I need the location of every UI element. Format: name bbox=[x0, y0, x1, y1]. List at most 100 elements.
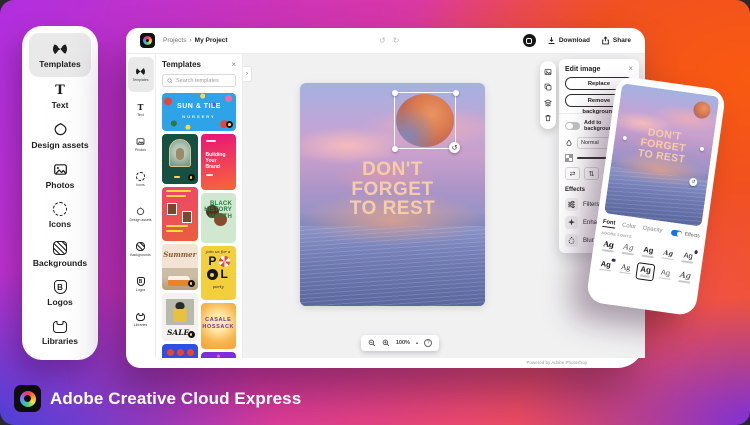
undo-icon[interactable]: ↺ bbox=[379, 36, 386, 45]
close-icon[interactable]: × bbox=[628, 65, 633, 73]
search-input[interactable] bbox=[176, 78, 231, 84]
edit-panel-title: Edit image bbox=[565, 66, 600, 73]
font-tile[interactable]: Ag bbox=[675, 267, 695, 286]
tab-color[interactable]: Color bbox=[622, 223, 637, 231]
close-icon[interactable]: × bbox=[231, 61, 236, 69]
share-button[interactable]: Share bbox=[601, 36, 631, 45]
sidebar-item-label: Libraries bbox=[42, 336, 78, 346]
effect-label: Blur bbox=[583, 238, 594, 244]
redo-icon[interactable]: ↻ bbox=[393, 36, 400, 45]
font-tile[interactable]: Ag bbox=[596, 256, 616, 275]
trash-icon[interactable] bbox=[544, 114, 552, 122]
template-card-sun-tile[interactable]: SUN & TILE NURSERY bbox=[162, 93, 236, 131]
help-button[interactable]: ? bbox=[424, 339, 432, 347]
template-card-summer[interactable]: Summer bbox=[162, 244, 198, 290]
rail-item-libraries[interactable]: Libraries bbox=[128, 302, 154, 337]
font-tile[interactable]: Ag bbox=[616, 259, 636, 278]
selection-handle[interactable] bbox=[392, 90, 398, 96]
rotate-handle[interactable]: ↺ bbox=[449, 142, 460, 153]
font-tile[interactable]: Ag bbox=[598, 237, 618, 256]
sidebar-item-icons[interactable]: Icons bbox=[29, 195, 91, 234]
font-name-bar bbox=[641, 255, 653, 258]
zoom-in-button[interactable] bbox=[382, 339, 390, 347]
font-tile[interactable]: Ag bbox=[655, 264, 675, 283]
phone-design-preview[interactable]: DON'T FORGET TO REST ↺ bbox=[604, 83, 719, 226]
sidebar-item-backgrounds[interactable]: Backgrounds bbox=[29, 235, 91, 274]
text-bar bbox=[166, 230, 183, 232]
template-card-young-at-heart[interactable]: YOUNG AT HEART bbox=[201, 352, 237, 358]
canvas-area: › DON'T FORGET TO REST ↺ bbox=[243, 54, 645, 358]
template-card-dots[interactable] bbox=[162, 344, 198, 358]
tab-font[interactable]: Font bbox=[602, 219, 616, 229]
font-tile[interactable]: Ag bbox=[658, 245, 678, 264]
zoom-out-button[interactable] bbox=[368, 339, 376, 347]
sidebar-item-logos[interactable]: B Logos bbox=[29, 274, 91, 313]
font-tile-selected[interactable]: Ag bbox=[636, 262, 656, 281]
template-card-black-history-month[interactable]: BLACK HISTORY MONTH bbox=[201, 193, 237, 243]
rail-item-templates[interactable]: Templates bbox=[128, 57, 154, 92]
add-to-background-toggle[interactable] bbox=[565, 122, 580, 131]
font-tile[interactable]: Ag bbox=[638, 242, 658, 261]
rail-item-icons[interactable]: Icons bbox=[128, 162, 154, 197]
template-search[interactable] bbox=[162, 74, 236, 87]
rail-item-design-assets[interactable]: Design assets bbox=[128, 197, 154, 232]
rail-label: Design assets bbox=[130, 218, 152, 222]
rail-item-backgrounds[interactable]: Backgrounds bbox=[128, 232, 154, 267]
rail-item-logos[interactable]: B Logos bbox=[128, 267, 154, 302]
selection-handle[interactable] bbox=[453, 90, 459, 96]
sidebar-item-label: Design assets bbox=[31, 140, 88, 150]
creative-cloud-logo[interactable] bbox=[140, 33, 155, 48]
blend-mode-value: Normal bbox=[581, 140, 599, 146]
replace-image-icon[interactable] bbox=[544, 68, 552, 76]
search-icon bbox=[167, 78, 173, 84]
selection-handle[interactable] bbox=[392, 146, 398, 152]
account-avatar[interactable] bbox=[523, 34, 536, 47]
duplicate-icon[interactable] bbox=[544, 83, 552, 91]
sidebar-item-templates[interactable]: Templates bbox=[29, 33, 91, 77]
template-card-collage[interactable] bbox=[162, 187, 198, 241]
zoom-level[interactable]: 100% bbox=[396, 340, 410, 346]
selected-sun-element[interactable]: ↺ bbox=[394, 92, 456, 149]
template-title: SALE bbox=[167, 328, 189, 337]
blend-mode-icon bbox=[565, 139, 573, 147]
layers-icon[interactable] bbox=[544, 99, 552, 107]
design-assets-icon bbox=[53, 122, 68, 137]
pool-float-icon bbox=[219, 256, 230, 267]
flip-horizontal-button[interactable]: ⇄ bbox=[565, 167, 580, 180]
van-illustration bbox=[168, 276, 190, 286]
app-body: Templates T Text Photos Icons Design ass… bbox=[126, 54, 645, 358]
text-icon: T bbox=[55, 84, 65, 97]
sidebar-item-label: Templates bbox=[39, 59, 80, 69]
caret-up-icon: ▴ bbox=[416, 340, 418, 346]
adobe-express-marketing-screenshot: Templates T Text Design assets Photos Ic… bbox=[0, 0, 750, 425]
rail-item-photos[interactable]: Photos bbox=[128, 127, 154, 162]
sidebar-item-text[interactable]: T Text bbox=[29, 77, 91, 116]
design-canvas[interactable]: DON'T FORGET TO REST ↺ bbox=[300, 83, 485, 306]
template-title: Summer bbox=[162, 250, 198, 259]
rail-label: Logos bbox=[136, 288, 146, 292]
sidebar-item-photos[interactable]: Photos bbox=[29, 156, 91, 195]
effects-toggle[interactable] bbox=[671, 229, 683, 237]
font-name-bar bbox=[619, 271, 631, 274]
rail-label: Templates bbox=[133, 78, 149, 82]
panel-collapse-button[interactable]: › bbox=[243, 66, 252, 82]
sidebar-item-libraries[interactable]: Libraries bbox=[29, 314, 91, 353]
phone-font-panel: Font Color Opacity Effects ADOBE FONTS A… bbox=[596, 219, 701, 287]
pool-letters: P L bbox=[207, 255, 231, 281]
poster-text[interactable]: DON'T FORGET TO REST bbox=[300, 160, 485, 219]
font-tile[interactable]: Ag bbox=[678, 248, 698, 267]
breadcrumb-projects[interactable]: Projects bbox=[163, 37, 186, 44]
rail-label: Photos bbox=[135, 148, 146, 152]
tab-opacity[interactable]: Opacity bbox=[642, 226, 662, 235]
rail-item-text[interactable]: T Text bbox=[128, 92, 154, 127]
download-button[interactable]: Download bbox=[547, 36, 590, 45]
template-card-casale[interactable]: CASALE HOSSACK bbox=[201, 303, 237, 349]
rail-label: Icons bbox=[136, 183, 144, 187]
flip-vertical-button[interactable]: ⇅ bbox=[584, 167, 599, 180]
template-card-dog[interactable] bbox=[162, 134, 198, 184]
template-card-brand[interactable]: Building Your Brand bbox=[201, 134, 237, 190]
template-card-pool-party[interactable]: join us for a P L party bbox=[201, 246, 237, 300]
font-tile[interactable]: Ag bbox=[618, 240, 638, 259]
template-card-sale[interactable]: SALE bbox=[162, 293, 198, 341]
sidebar-item-design-assets[interactable]: Design assets bbox=[29, 117, 91, 156]
